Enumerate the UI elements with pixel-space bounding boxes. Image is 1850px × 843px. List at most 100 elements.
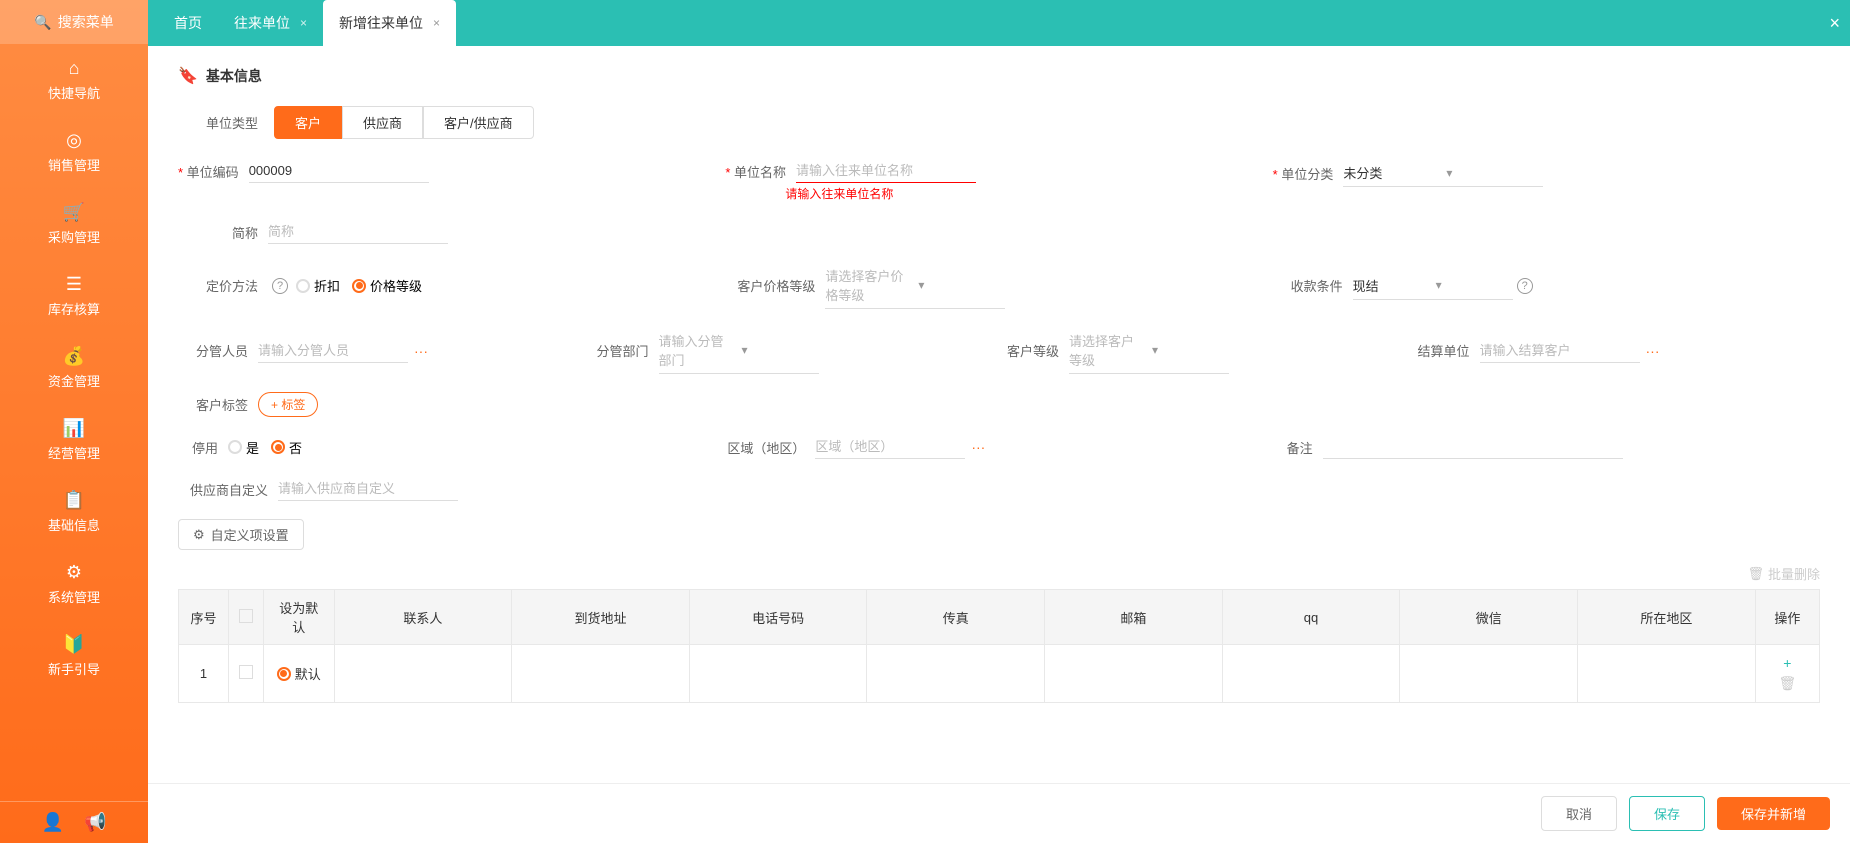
pricing-discount-radio (296, 279, 310, 293)
disable-radio-group: 是 否 (228, 438, 302, 457)
row-address-input[interactable] (522, 666, 679, 681)
unit-category-field: 单位分类 未分类 ▾ (1273, 159, 1820, 187)
tab-bar-close-all[interactable]: × (1829, 13, 1840, 34)
search-menu-item[interactable]: 🔍 搜索菜单 (0, 0, 148, 44)
tab-home-label: 首页 (174, 13, 202, 33)
batch-delete-label[interactable]: 批量删除 (1768, 564, 1820, 583)
short-name-input[interactable] (268, 220, 448, 244)
sidebar-item-sales[interactable]: ◎ 销售管理 (0, 116, 148, 188)
sidebar-item-label: 采购管理 (48, 227, 100, 246)
tab-partners-close[interactable]: × (300, 16, 307, 30)
save-new-button[interactable]: 保存并新增 (1717, 797, 1830, 830)
row-region-input[interactable] (1588, 666, 1745, 681)
row-add-btn[interactable]: + (1779, 653, 1795, 673)
sidebar-item-finance[interactable]: 💰 资金管理 (0, 332, 148, 404)
disable-yes-option[interactable]: 是 (228, 438, 259, 457)
tab-partners[interactable]: 往来单位 × (218, 0, 323, 46)
payment-terms-help-icon[interactable]: ? (1517, 278, 1533, 294)
row-select-checkbox[interactable] (239, 665, 253, 679)
user-icon[interactable]: 👤 (42, 812, 64, 833)
sidebar-item-basic-info[interactable]: 📋 基础信息 (0, 476, 148, 548)
row-fax-input[interactable] (877, 666, 1034, 681)
custom-settings-btn[interactable]: ⚙ 自定义项设置 (178, 519, 304, 550)
row-email[interactable] (1045, 645, 1223, 703)
pricing-help-icon[interactable]: ? (272, 278, 288, 294)
manager-input[interactable] (258, 339, 408, 363)
unit-type-both-btn[interactable]: 客户/供应商 (423, 106, 534, 139)
region-field: 区域（地区） ··· (725, 435, 1272, 459)
row-delete-btn[interactable]: 🗑 (1774, 673, 1800, 694)
row-qq-input[interactable] (1233, 666, 1390, 681)
row-wechat[interactable] (1400, 645, 1578, 703)
sidebar-item-label: 资金管理 (48, 371, 100, 390)
unit-name-input[interactable] (796, 159, 976, 183)
supplier-custom-input[interactable] (278, 477, 458, 501)
row-fax[interactable] (867, 645, 1045, 703)
sidebar-item-purchase[interactable]: 🛒 采购管理 (0, 188, 148, 260)
pricing-field: 定价方法 ? 折扣 价格等级 (178, 276, 725, 295)
department-select[interactable]: 请输入分管部门 ▾ (659, 327, 819, 374)
manager-more-btn[interactable]: ··· (414, 343, 428, 359)
row-contact[interactable] (334, 645, 512, 703)
row-phone[interactable] (689, 645, 867, 703)
sidebar-item-inventory[interactable]: ☰ 库存核算 (0, 260, 148, 332)
settlement-unit-input[interactable] (1480, 339, 1640, 363)
pricing-discount-option[interactable]: 折扣 (296, 276, 340, 295)
cancel-button[interactable]: 取消 (1541, 796, 1617, 831)
sidebar-item-system[interactable]: ⚙ 系统管理 (0, 548, 148, 620)
sidebar-item-quick-nav[interactable]: ⌂ 快捷导航 (0, 44, 148, 116)
search-menu-label: 搜索菜单 (58, 12, 114, 32)
settlement-more-btn[interactable]: ··· (1646, 343, 1660, 359)
note-field: 备注 (1273, 435, 1820, 459)
customer-level-select[interactable]: 请选择客户等级 ▾ (1069, 327, 1229, 374)
notification-icon[interactable]: 📢 (84, 812, 106, 833)
unit-type-label: 单位类型 (178, 113, 258, 132)
form-row-6: 停用 是 否 区域（地区） ··· 备注 (178, 435, 1820, 459)
row-phone-input[interactable] (700, 666, 857, 681)
unit-category-select[interactable]: 未分类 ▾ (1343, 159, 1543, 187)
pricing-radio-group: 折扣 价格等级 (296, 276, 422, 295)
sidebar-item-label: 系统管理 (48, 587, 100, 606)
tab-home[interactable]: 首页 (158, 0, 218, 46)
unit-type-row: 单位类型 客户 供应商 客户/供应商 (178, 106, 1820, 139)
home-icon: ⌂ (69, 58, 80, 79)
col-address: 到货地址 (512, 590, 690, 645)
row-contact-input[interactable] (345, 666, 502, 681)
customer-price-select[interactable]: 请选择客户价格等级 ▾ (825, 262, 1005, 309)
row-region[interactable] (1578, 645, 1756, 703)
region-input[interactable] (815, 435, 965, 459)
row-actions: + 🗑 (1755, 645, 1819, 703)
disable-field: 停用 是 否 (178, 438, 725, 457)
sidebar-item-guide[interactable]: 🔰 新手引导 (0, 620, 148, 692)
save-button[interactable]: 保存 (1629, 796, 1705, 831)
unit-code-input[interactable] (249, 159, 429, 183)
col-contact: 联系人 (334, 590, 512, 645)
tab-new-partner[interactable]: 新增往来单位 × (323, 0, 456, 46)
batch-delete-row: 🗑 批量删除 (178, 564, 1820, 583)
select-all-checkbox[interactable] (239, 609, 253, 623)
unit-type-supplier-btn[interactable]: 供应商 (342, 106, 423, 139)
customer-level-label: 客户等级 (999, 341, 1059, 360)
payment-terms-select[interactable]: 现结 ▾ (1353, 272, 1513, 300)
unit-type-customer-btn[interactable]: 客户 (274, 106, 342, 139)
payment-terms-value: 现结 (1353, 276, 1430, 295)
disable-no-option[interactable]: 否 (271, 438, 302, 457)
customer-level-arrow: ▾ (1152, 343, 1229, 357)
note-input[interactable] (1323, 435, 1623, 459)
row-default-radio-item[interactable]: 默认 (274, 664, 324, 683)
sidebar-item-operations[interactable]: 📊 经营管理 (0, 404, 148, 476)
region-more-btn[interactable]: ··· (971, 439, 985, 455)
sidebar-item-label: 销售管理 (48, 155, 100, 174)
col-fax: 传真 (867, 590, 1045, 645)
row-email-input[interactable] (1055, 666, 1212, 681)
supplier-custom-field: 供应商自定义 (178, 477, 1820, 501)
row-qq[interactable] (1222, 645, 1400, 703)
pricing-level-option[interactable]: 价格等级 (352, 276, 422, 295)
disable-yes-label: 是 (246, 438, 259, 457)
row-wechat-input[interactable] (1410, 666, 1567, 681)
tab-new-partner-close[interactable]: × (433, 16, 440, 30)
add-tag-btn[interactable]: + 标签 (258, 392, 318, 417)
row-address[interactable] (512, 645, 690, 703)
sidebar-item-label: 新手引导 (48, 659, 100, 678)
system-icon: ⚙ (66, 562, 82, 583)
